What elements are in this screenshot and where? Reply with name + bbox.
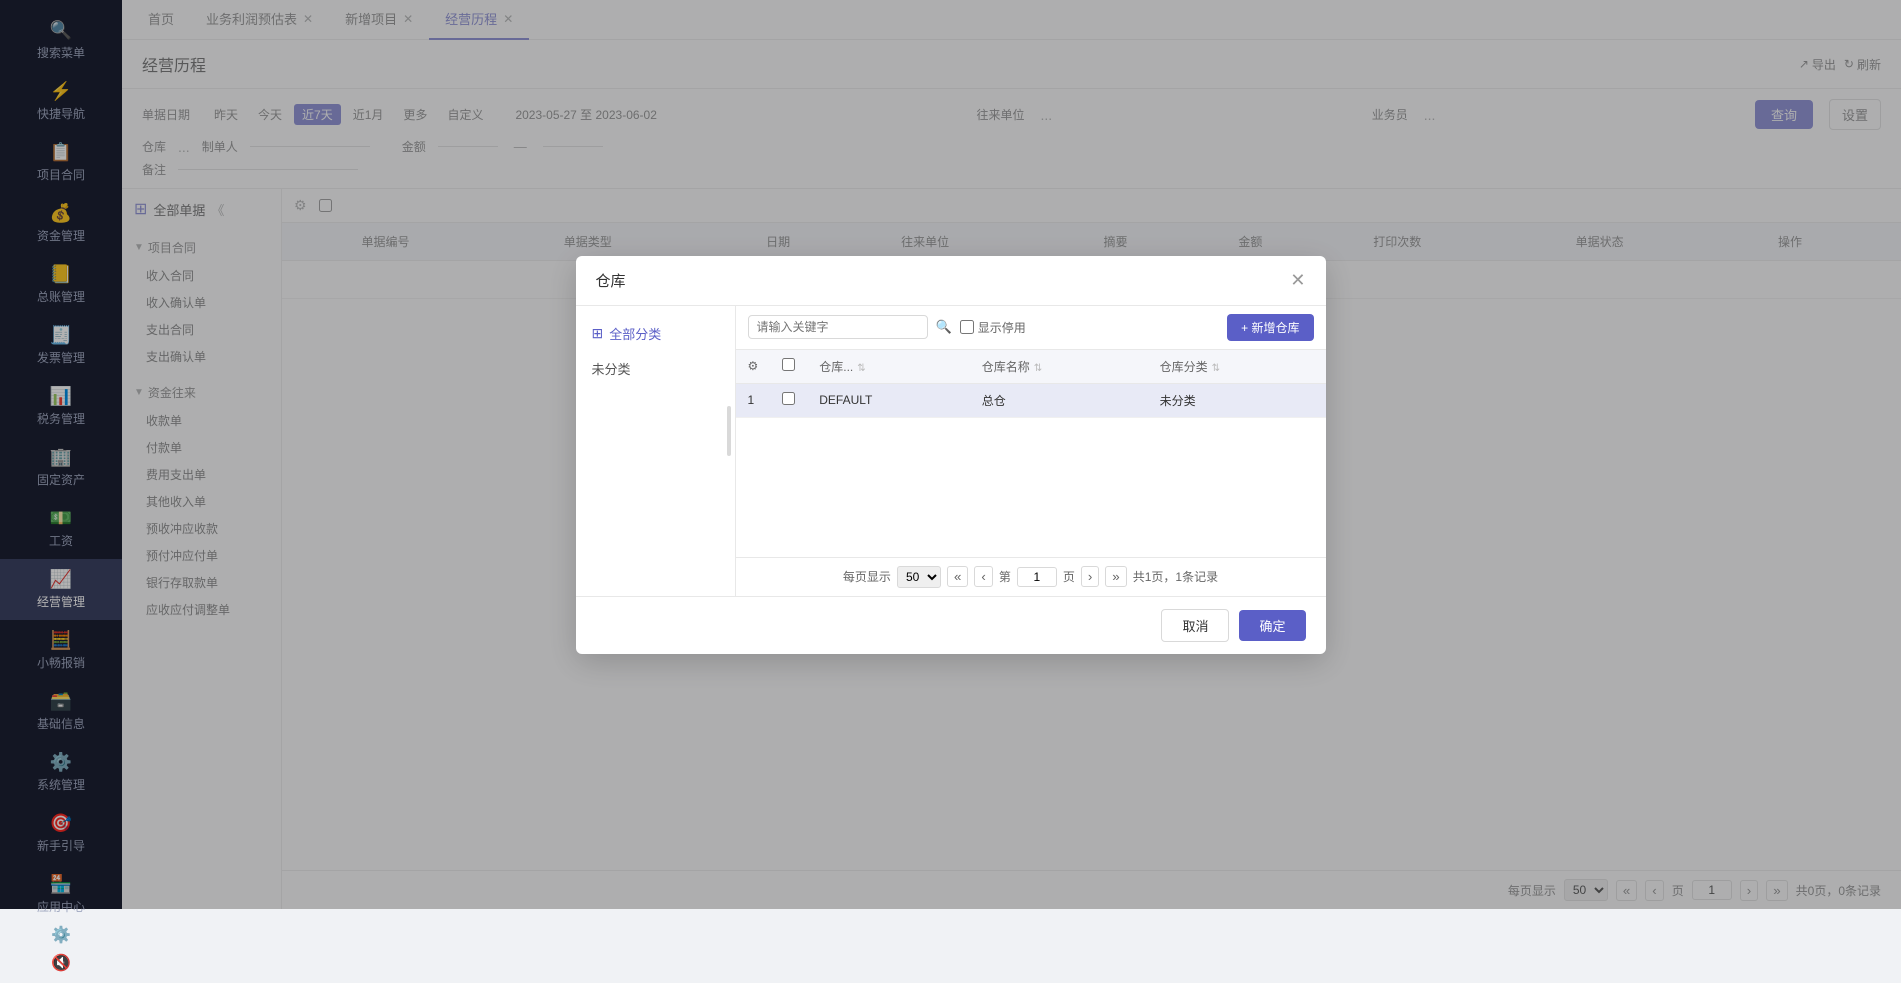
modal-row-checkbox[interactable] [770,383,807,417]
modal-toolbar: 🔍 显示停用 + 新增仓库 [736,306,1326,350]
modal-row-category: 未分类 [1148,383,1326,417]
cancel-button[interactable]: 取消 [1161,609,1229,642]
modal-category-uncategorized[interactable]: 未分类 [576,351,735,386]
modal-search-icon[interactable]: 🔍 [936,319,952,335]
modal-row-name: 总仓 [970,383,1148,417]
sidebar-bottom: ⚙️ 🔇 [51,925,71,983]
modal-col-checkbox [770,350,807,384]
modal-total-text: 共1页，1条记录 [1133,568,1218,585]
modal-page-size-label: 每页显示 [843,568,891,585]
modal-left-panel: ⊞ 全部分类 未分类 [576,306,736,596]
grid-icon-modal: ⊞ [592,325,604,342]
modal-pagination: 每页显示 50 « ‹ 第 页 › » 共1页，1条记录 [736,557,1326,596]
modal-overlay[interactable]: 仓库 ✕ ⊞ 全部分类 未分类 [0,0,1901,909]
settings-icon[interactable]: ⚙️ [51,925,71,945]
modal-page-suffix: 页 [1063,568,1075,585]
modal-next-page[interactable]: › [1081,566,1099,587]
modal-col-settings: ⚙ [736,350,771,384]
show-disabled-label: 显示停用 [960,319,1026,336]
modal-first-page[interactable]: « [947,566,968,587]
modal-col-name: 仓库名称⇅ [970,350,1148,384]
volume-icon[interactable]: 🔇 [51,953,71,973]
modal-select-all[interactable] [782,358,795,371]
modal-page-size-select[interactable]: 50 [897,566,941,588]
modal-table-wrap: ⚙ 仓库...⇅ 仓库名称⇅ 仓库分类⇅ 1 DEFAULT [736,350,1326,557]
modal-last-page[interactable]: » [1105,566,1126,587]
confirm-button[interactable]: 确定 [1239,610,1305,641]
warehouse-modal: 仓库 ✕ ⊞ 全部分类 未分类 [576,256,1326,654]
modal-page-label: 第 [999,568,1011,585]
modal-col-code: 仓库...⇅ [807,350,970,384]
modal-prev-page[interactable]: ‹ [974,566,992,587]
modal-row-code: DEFAULT [807,383,970,417]
show-disabled-checkbox[interactable] [960,320,974,334]
scrollbar-indicator [727,406,731,456]
modal-right-panel: 🔍 显示停用 + 新增仓库 ⚙ 仓库...⇅ [736,306,1326,596]
modal-title: 仓库 [596,270,626,291]
modal-search-input[interactable] [748,315,928,339]
modal-actions: 取消 确定 [576,596,1326,654]
add-warehouse-button[interactable]: + 新增仓库 [1227,314,1313,341]
modal-page-input[interactable] [1017,567,1057,587]
modal-col-category: 仓库分类⇅ [1148,350,1326,384]
modal-table: ⚙ 仓库...⇅ 仓库名称⇅ 仓库分类⇅ 1 DEFAULT [736,350,1326,418]
table-row[interactable]: 1 DEFAULT 总仓 未分类 [736,383,1326,417]
modal-close-button[interactable]: ✕ [1290,270,1305,291]
modal-header: 仓库 ✕ [576,256,1326,306]
modal-body: ⊞ 全部分类 未分类 🔍 显示停用 [576,306,1326,596]
modal-row-seq: 1 [736,383,771,417]
modal-category-all[interactable]: ⊞ 全部分类 [576,316,735,351]
